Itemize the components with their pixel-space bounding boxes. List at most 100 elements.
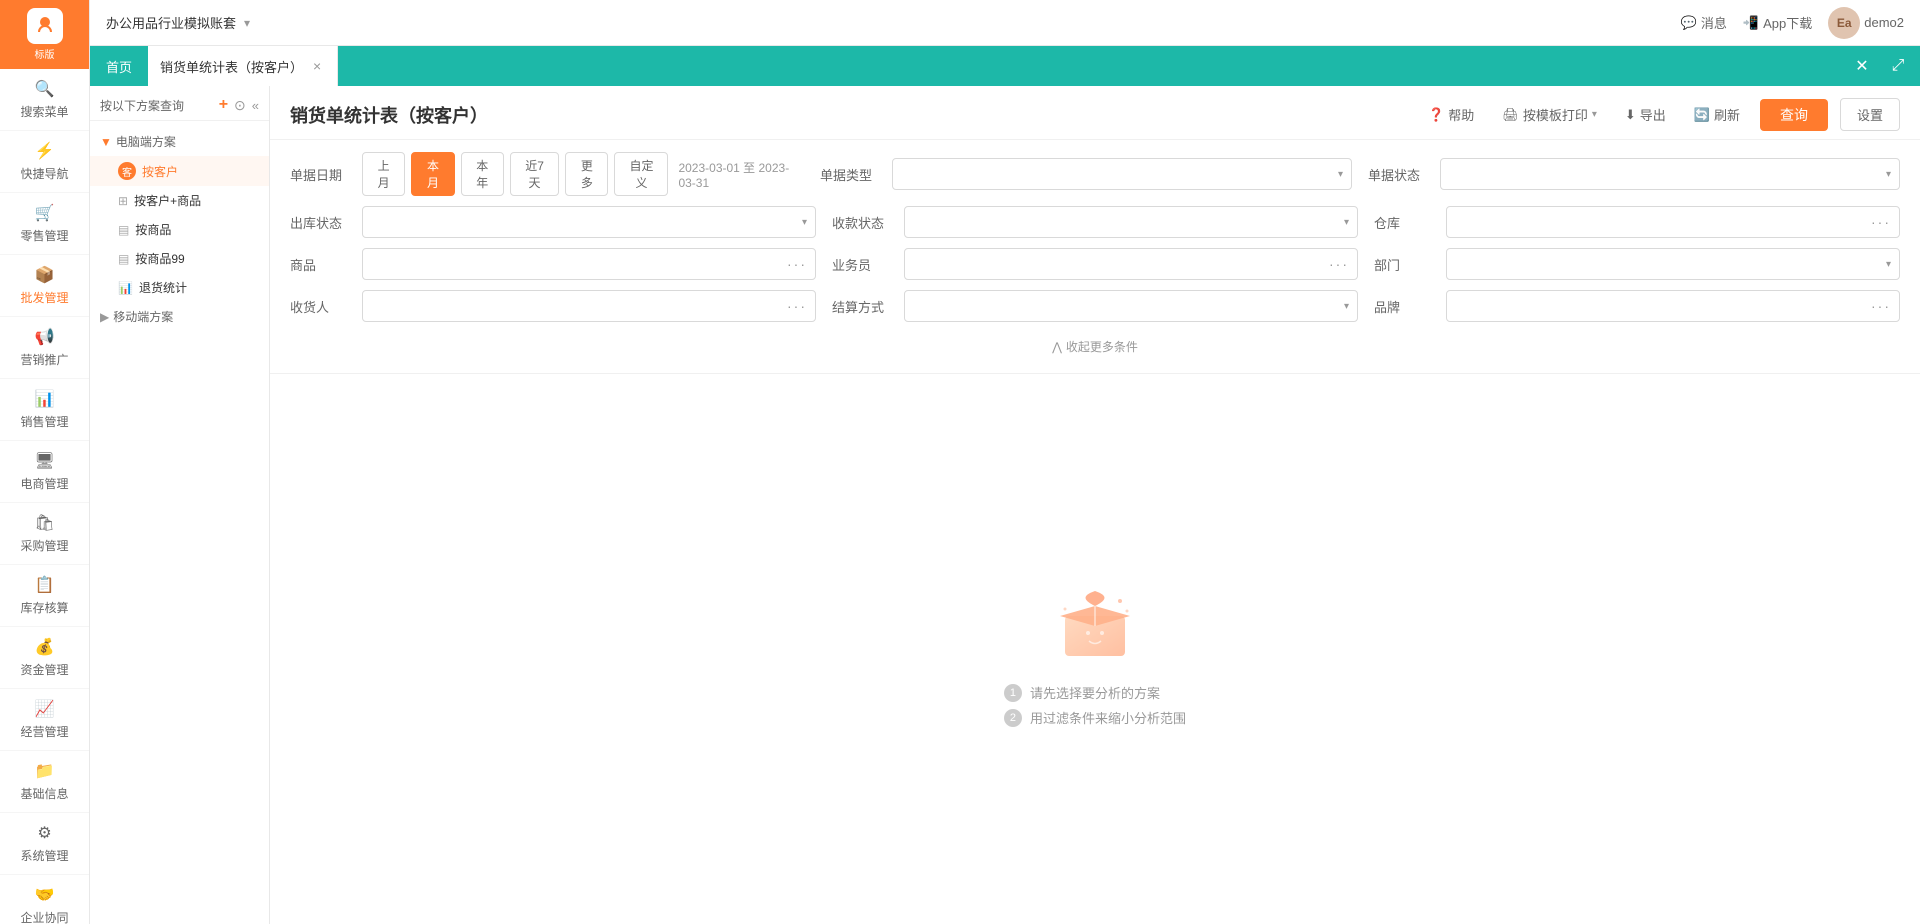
tab-bar-end: ✕ ⤢	[1848, 46, 1920, 86]
department-select[interactable]: ▾	[1446, 248, 1900, 280]
refresh-button[interactable]: 🔄 刷新	[1686, 101, 1748, 128]
payment-status-select[interactable]: ▾	[904, 206, 1358, 238]
sidebar-item-operation[interactable]: 📈 经营管理	[0, 689, 89, 751]
tree-arrow-desktop: ▼	[100, 135, 112, 149]
add-scheme-button[interactable]: +	[219, 96, 228, 114]
collapse-bar[interactable]: ⋀ 收起更多条件	[290, 332, 1900, 361]
tip-num-1: 1	[1004, 684, 1022, 702]
tab-home[interactable]: 首页	[90, 46, 148, 86]
tab-fullscreen-button[interactable]: ⤢	[1884, 52, 1912, 80]
message-icon: 💬	[1681, 15, 1697, 31]
settings-scheme-button[interactable]: ⊙	[234, 97, 246, 114]
warehouse-select[interactable]: ···	[1446, 206, 1900, 238]
retail-icon: 🛒	[35, 203, 55, 223]
panel-actions: + ⊙ «	[219, 96, 259, 114]
tree-group-mobile[interactable]: ▶ 移动端方案	[90, 302, 269, 331]
doc-type-label: 单据类型	[820, 165, 876, 184]
top-bar-left: 办公用品行业模拟账套 ▾	[106, 13, 250, 32]
help-icon: ❓	[1428, 107, 1444, 123]
tab-bar: 首页 销货单统计表（按客户） × ✕ ⤢	[90, 46, 1920, 86]
date-filter: 上月 本月 本年 近7天 更多 自定义 2023-03-01 至 2023-03…	[362, 152, 804, 196]
sidebar-item-basic[interactable]: 📁 基础信息	[0, 751, 89, 813]
date-btn-last-month[interactable]: 上月	[362, 152, 405, 196]
tab-active-sales-stat[interactable]: 销货单统计表（按客户） ×	[148, 46, 338, 86]
doc-type-select[interactable]: ▾	[892, 158, 1352, 190]
left-panel: 按以下方案查询 + ⊙ « ▼ 电脑端方案 客 按客户 ⊞ 按客户	[90, 86, 270, 924]
date-btn-more[interactable]: 更多	[565, 152, 608, 196]
export-label: 导出	[1640, 105, 1666, 124]
sidebar-item-wholesale[interactable]: 📦 批发管理	[0, 255, 89, 317]
collapse-panel-button[interactable]: «	[252, 98, 259, 113]
tab-close-window-button[interactable]: ✕	[1848, 52, 1876, 80]
out-status-select[interactable]: ▾	[362, 206, 816, 238]
sidebar-item-system[interactable]: ⚙ 系统管理	[0, 813, 89, 875]
scheme-item-customer[interactable]: 客 按客户	[90, 156, 269, 186]
goods-label: 商品	[290, 255, 346, 274]
sidebar-item-finance[interactable]: 💰 资金管理	[0, 627, 89, 689]
scheme-item-customer-goods[interactable]: ⊞ 按客户+商品	[90, 186, 269, 215]
date-btn-7days[interactable]: 近7天	[510, 152, 559, 196]
goods-select[interactable]: ···	[362, 248, 816, 280]
right-content: 销货单统计表（按客户） ❓ 帮助 🖨 按模板打印 ▾ ⬇ 导出	[270, 86, 1920, 924]
download-icon: 📲	[1743, 15, 1759, 31]
enterprise-icon: 🤝	[35, 885, 55, 905]
sidebar-item-sales[interactable]: 📊 销售管理	[0, 379, 89, 441]
brand-dots: ···	[1871, 298, 1891, 314]
salesperson-select[interactable]: ···	[904, 248, 1358, 280]
tree-group-desktop[interactable]: ▼ 电脑端方案	[90, 127, 269, 156]
sidebar-item-inventory-label: 库存核算	[20, 599, 68, 616]
doc-status-select[interactable]: ▾	[1440, 158, 1900, 190]
page-header: 销货单统计表（按客户） ❓ 帮助 🖨 按模板打印 ▾ ⬇ 导出	[270, 86, 1920, 140]
sidebar-item-wholesale-label: 批发管理	[20, 289, 68, 306]
date-range: 2023-03-01 至 2023-03-31	[678, 159, 804, 190]
date-btn-custom[interactable]: 自定义	[614, 152, 668, 196]
help-button[interactable]: ❓ 帮助	[1420, 101, 1482, 128]
receiver-select[interactable]: ···	[362, 290, 816, 322]
doc-status-chevron: ▾	[1886, 169, 1891, 180]
date-btn-this-year[interactable]: 本年	[461, 152, 504, 196]
message-button[interactable]: 💬 消息	[1681, 13, 1727, 32]
tab-close-button[interactable]: ×	[309, 58, 325, 74]
refresh-label: 刷新	[1714, 105, 1740, 124]
brand-select[interactable]: ···	[1446, 290, 1900, 322]
export-button[interactable]: ⬇ 导出	[1617, 101, 1674, 128]
settlement-select[interactable]: ▾	[904, 290, 1358, 322]
sidebar-item-quick-nav[interactable]: ⚡ 快捷导航	[0, 131, 89, 193]
finance-icon: 💰	[35, 637, 55, 657]
payment-status-chevron: ▾	[1344, 217, 1349, 228]
collapse-icon: ⋀	[1052, 340, 1062, 354]
query-button[interactable]: 查询	[1760, 99, 1828, 131]
out-status-label: 出库状态	[290, 213, 346, 232]
sidebar-item-basic-label: 基础信息	[20, 785, 68, 802]
sidebar-item-ecommerce[interactable]: 🖥 电商管理	[0, 441, 89, 503]
scheme-item-goods99[interactable]: ▤ 按商品99	[90, 244, 269, 273]
sidebar-item-enterprise[interactable]: 🤝 企业协同	[0, 875, 89, 924]
empty-tip-2: 2 用过滤条件来缩小分析范围	[1004, 708, 1186, 727]
refresh-icon: 🔄	[1694, 107, 1710, 123]
sidebar-item-marketing[interactable]: 📢 营销推广	[0, 317, 89, 379]
sidebar-item-search[interactable]: 🔍 搜索菜单	[0, 69, 89, 131]
date-btn-this-month[interactable]: 本月	[411, 152, 454, 196]
app-download-button[interactable]: 📲 App下载	[1743, 13, 1812, 32]
top-bar: 办公用品行业模拟账套 ▾ 💬 消息 📲 App下载 Ea demo2	[90, 0, 1920, 46]
sidebar-item-retail[interactable]: 🛒 零售管理	[0, 193, 89, 255]
active-dot: 客	[118, 162, 136, 180]
settings-button[interactable]: 设置	[1840, 98, 1900, 131]
scheme-goods-label: 按商品	[135, 221, 171, 238]
template-print-button[interactable]: 🖨 按模板打印 ▾	[1494, 101, 1605, 128]
tab-active-label: 销货单统计表（按客户）	[160, 57, 303, 76]
user-menu[interactable]: Ea demo2	[1828, 7, 1904, 39]
wholesale-icon: 📦	[35, 265, 55, 285]
ecommerce-icon: 🖥	[34, 451, 54, 471]
tree-group-desktop-label: 电脑端方案	[116, 133, 176, 150]
sidebar-item-inventory[interactable]: 📋 库存核算	[0, 565, 89, 627]
scheme-item-goods[interactable]: ▤ 按商品	[90, 215, 269, 244]
scheme-item-return-stats[interactable]: 📊 退货统计	[90, 273, 269, 302]
customer-goods-icon: ⊞	[118, 194, 128, 208]
sidebar-item-system-label: 系统管理	[20, 847, 68, 864]
tip-1-text: 请先选择要分析的方案	[1030, 683, 1160, 702]
app-download-label: App下载	[1763, 13, 1812, 32]
sidebar-item-purchase[interactable]: 🛍 采购管理	[0, 503, 89, 565]
doc-type-chevron: ▾	[1338, 169, 1343, 180]
help-label: 帮助	[1448, 105, 1474, 124]
